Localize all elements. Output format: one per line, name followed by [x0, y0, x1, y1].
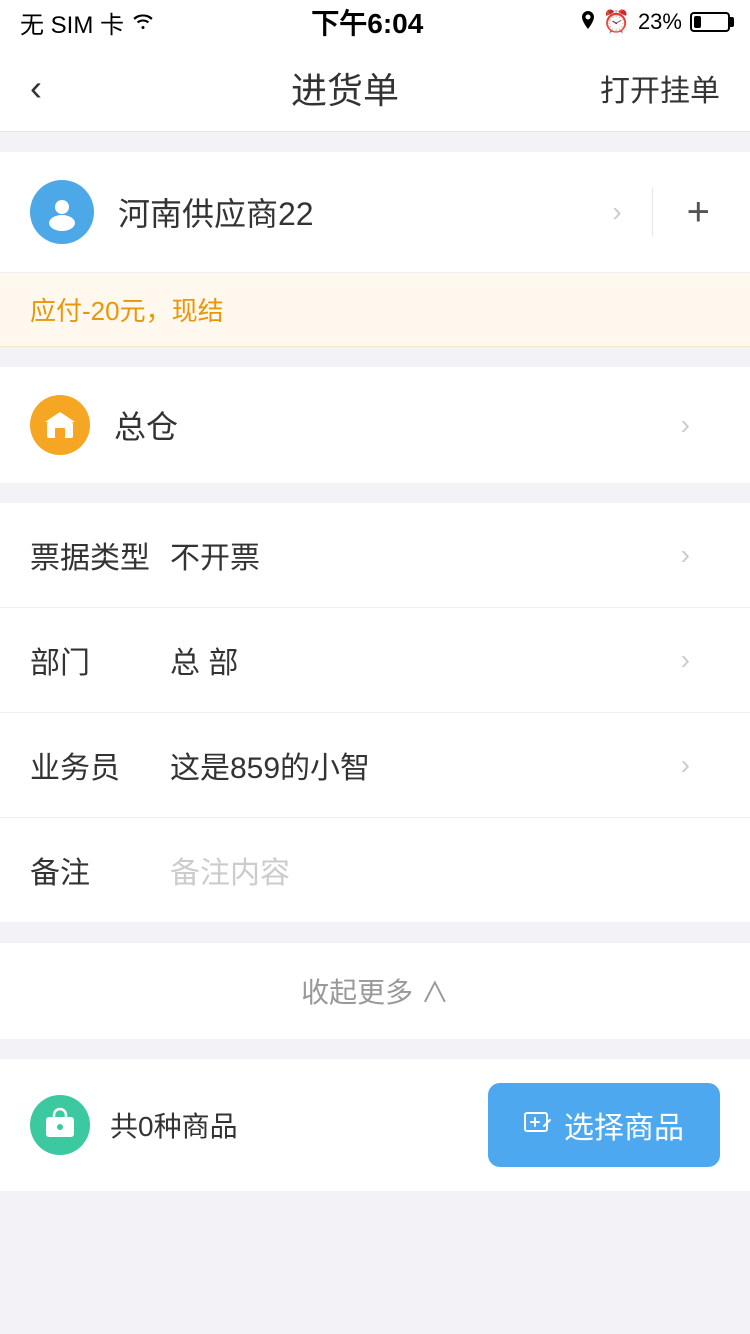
status-left: 无 SIM 卡 — [20, 5, 154, 40]
page-title: 进货单 — [291, 62, 399, 114]
warehouse-icon — [30, 395, 90, 455]
section-gap-2 — [0, 347, 750, 367]
salesperson-chevron: › — [681, 749, 690, 781]
section-gap-1 — [0, 132, 750, 152]
invoice-type-value: 不开票 — [170, 533, 681, 577]
vertical-divider — [652, 188, 653, 236]
status-right: ⏰ 23% — [581, 9, 730, 35]
status-bar: 无 SIM 卡 下午6:04 ⏰ 23% — [0, 0, 750, 44]
nav-bar: ‹ 进货单 打开挂单 — [0, 44, 750, 132]
department-chevron: › — [681, 644, 690, 676]
bottom-bar: 共0种商品 选择商品 — [0, 1059, 750, 1191]
warehouse-card[interactable]: 总仓 › — [0, 367, 750, 483]
carrier-label: 无 SIM 卡 — [20, 5, 124, 40]
salesperson-row[interactable]: 业务员 这是859的小智 › — [0, 713, 750, 818]
supplier-row[interactable]: 河南供应商22 › + — [0, 152, 750, 273]
collapse-label[interactable]: 收起更多 ∧ — [301, 971, 449, 1011]
product-count-label: 共0种商品 — [110, 1105, 488, 1145]
select-product-icon — [524, 1109, 552, 1141]
warehouse-row[interactable]: 总仓 › — [0, 367, 750, 483]
warehouse-chevron-icon: › — [681, 409, 690, 441]
invoice-type-label: 票据类型 — [30, 533, 170, 577]
supplier-name: 河南供应商22 — [118, 189, 612, 235]
remark-label: 备注 — [30, 848, 170, 892]
notice-banner: 应付-20元，现结 — [0, 273, 750, 347]
supplier-card: 河南供应商22 › + 应付-20元，现结 — [0, 152, 750, 347]
remark-placeholder[interactable]: 备注内容 — [170, 848, 720, 892]
department-row[interactable]: 部门 总 部 › — [0, 608, 750, 713]
select-product-label: 选择商品 — [564, 1103, 684, 1147]
form-section: 票据类型 不开票 › 部门 总 部 › 业务员 这是859的小智 › 备注 备注… — [0, 503, 750, 922]
battery-percent: 23% — [638, 9, 682, 35]
warehouse-name: 总仓 — [114, 402, 681, 448]
location-icon — [581, 9, 595, 35]
remark-row[interactable]: 备注 备注内容 — [0, 818, 750, 922]
alarm-icon: ⏰ — [603, 9, 630, 35]
wifi-icon — [132, 8, 154, 36]
department-value: 总 部 — [170, 638, 681, 682]
salesperson-label: 业务员 — [30, 743, 170, 787]
status-time: 下午6:04 — [311, 2, 423, 42]
back-button[interactable]: ‹ — [30, 67, 90, 109]
collapse-row[interactable]: 收起更多 ∧ — [0, 942, 750, 1039]
open-pending-button[interactable]: 打开挂单 — [600, 66, 720, 110]
department-label: 部门 — [30, 638, 170, 682]
supplier-chevron-icon: › — [612, 196, 621, 228]
product-icon — [30, 1095, 90, 1155]
add-supplier-button[interactable]: + — [677, 190, 720, 235]
invoice-type-row[interactable]: 票据类型 不开票 › — [0, 503, 750, 608]
salesperson-value: 这是859的小智 — [170, 743, 681, 787]
invoice-type-chevron: › — [681, 539, 690, 571]
supplier-avatar — [30, 180, 94, 244]
select-product-button[interactable]: 选择商品 — [488, 1083, 720, 1167]
battery-icon — [690, 12, 730, 32]
